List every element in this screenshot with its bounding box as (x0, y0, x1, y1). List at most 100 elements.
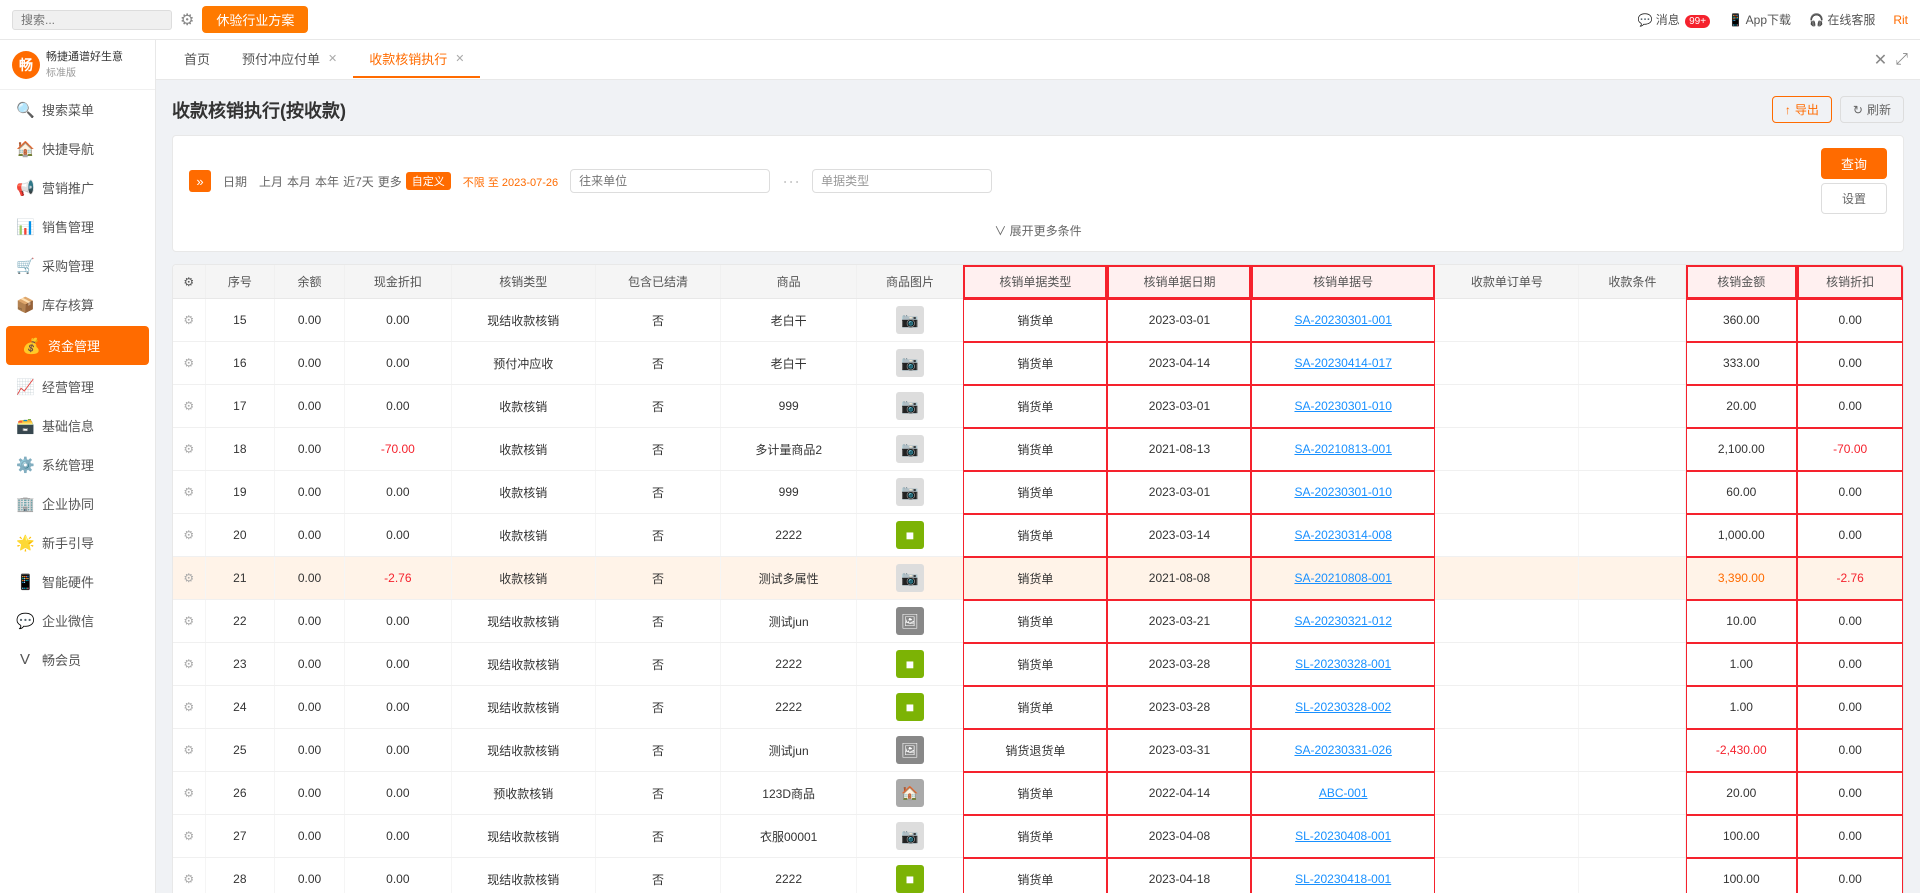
row-bill-no[interactable]: SA-20230301-010 (1251, 471, 1434, 514)
row-settings-icon[interactable]: ⚙ (173, 815, 205, 858)
doc-type-select[interactable]: 单据类型 (812, 169, 992, 193)
row-bill-no[interactable]: SL-20230408-001 (1251, 815, 1434, 858)
sidebar-item-basicinfo[interactable]: 🗃️基础信息 (0, 406, 155, 445)
row-settings-icon[interactable]: ⚙ (173, 514, 205, 557)
bill-no-link[interactable]: SA-20230314-008 (1294, 528, 1391, 542)
bill-no-link[interactable]: SA-20210813-001 (1294, 442, 1391, 456)
bill-no-link[interactable]: ABC-001 (1319, 786, 1368, 800)
row-bill-no[interactable]: SA-20230321-012 (1251, 600, 1434, 643)
tab-prepay[interactable]: 预付冲应付单✕ (226, 41, 353, 78)
row-writeoff-discount: 0.00 (1797, 514, 1903, 557)
row-bill-no[interactable]: SL-20230328-002 (1251, 686, 1434, 729)
row-bill-no[interactable]: SL-20230418-001 (1251, 858, 1434, 893)
date-option-this-month[interactable]: 本月 (287, 173, 311, 190)
row-bill-no[interactable]: SA-20210808-001 (1251, 557, 1434, 600)
row-seq: 25 (205, 729, 275, 772)
messages-badge: 99+ (1685, 15, 1710, 28)
bill-no-link[interactable]: SA-20210808-001 (1294, 571, 1391, 585)
bill-no-link[interactable]: SA-20230301-010 (1294, 399, 1391, 413)
sidebar-item-collab[interactable]: 🏢企业协同 (0, 484, 155, 523)
bill-no-link[interactable]: SA-20230331-026 (1294, 743, 1391, 757)
tab-home[interactable]: 首页 (168, 41, 226, 78)
row-settings-icon[interactable]: ⚙ (173, 600, 205, 643)
sidebar-item-wechat[interactable]: 💬企业微信 (0, 601, 155, 640)
row-seq: 17 (205, 385, 275, 428)
tab-receipt[interactable]: 收款核销执行✕ (353, 41, 480, 78)
row-settings-icon[interactable]: ⚙ (173, 557, 205, 600)
sidebar-item-inventory[interactable]: 📦库存核算 (0, 285, 155, 324)
export-button[interactable]: ↑ 导出 (1772, 96, 1832, 123)
tab-close-receipt[interactable]: ✕ (455, 52, 464, 65)
row-settings-icon[interactable]: ⚙ (173, 428, 205, 471)
sidebar-item-search[interactable]: 🔍搜索菜单 (0, 90, 155, 129)
industry-solution-button[interactable]: 休验行业方案 (202, 6, 308, 33)
bill-no-link[interactable]: SL-20230418-001 (1295, 872, 1391, 886)
bill-no-link[interactable]: SA-20230321-012 (1294, 614, 1391, 628)
row-bill-no[interactable]: SA-20230301-010 (1251, 385, 1434, 428)
query-button[interactable]: 查询 (1821, 148, 1887, 179)
row-bill-no[interactable]: ABC-001 (1251, 772, 1434, 815)
filter-toggle-button[interactable]: » (189, 170, 211, 192)
row-settings-icon[interactable]: ⚙ (173, 342, 205, 385)
sidebar-item-purchase[interactable]: 🛒采购管理 (0, 246, 155, 285)
row-cash-discount: 0.00 (344, 342, 451, 385)
row-bill-no[interactable]: SA-20230314-008 (1251, 514, 1434, 557)
expand-tab-button[interactable]: ⤢ (1895, 50, 1908, 70)
row-writeoff-discount: 0.00 (1797, 686, 1903, 729)
row-settings-icon[interactable]: ⚙ (173, 471, 205, 514)
settings-icon[interactable]: ⚙ (180, 10, 194, 30)
tab-close-prepay[interactable]: ✕ (328, 52, 337, 65)
date-option-7days[interactable]: 近7天 (343, 173, 374, 190)
row-writeoff-type: 现结收款核销 (451, 643, 595, 686)
row-bill-no[interactable]: SA-20230331-026 (1251, 729, 1434, 772)
date-option-this-year[interactable]: 本年 (315, 173, 339, 190)
sidebar-item-quicknav[interactable]: 🏠快捷导航 (0, 129, 155, 168)
sidebar-item-operations[interactable]: 📈经营管理 (0, 367, 155, 406)
filter-settings-button[interactable]: 设置 (1821, 183, 1887, 214)
row-bill-no[interactable]: SA-20230414-017 (1251, 342, 1434, 385)
sidebar-item-hardware[interactable]: 📱智能硬件 (0, 562, 155, 601)
bill-no-link[interactable]: SL-20230328-002 (1295, 700, 1391, 714)
online-service-link[interactable]: 🎧 在线客服 (1809, 11, 1875, 28)
row-settings-icon[interactable]: ⚙ (173, 299, 205, 342)
bill-no-link[interactable]: SL-20230408-001 (1295, 829, 1391, 843)
guide-icon: 🌟 (16, 534, 34, 552)
row-settings-icon[interactable]: ⚙ (173, 858, 205, 893)
sidebar-label-purchase: 采购管理 (42, 256, 94, 275)
partner-input[interactable] (570, 169, 770, 193)
date-option-prev-month[interactable]: 上月 (259, 173, 283, 190)
search-input[interactable] (12, 10, 172, 30)
row-settings-icon[interactable]: ⚙ (173, 385, 205, 428)
bill-no-link[interactable]: SA-20230301-010 (1294, 485, 1391, 499)
sidebar-item-system[interactable]: ⚙️系统管理 (0, 445, 155, 484)
sidebar-item-finance[interactable]: 💰资金管理 (6, 326, 149, 365)
bill-no-link[interactable]: SL-20230328-001 (1295, 657, 1391, 671)
row-bill-no[interactable]: SA-20230301-001 (1251, 299, 1434, 342)
row-goods: 999 (721, 385, 857, 428)
app-download-link[interactable]: 📱 App下载 (1728, 11, 1791, 28)
date-option-custom[interactable]: 自定义 (406, 172, 451, 190)
messages-link[interactable]: 💬 消息 99+ (1637, 11, 1710, 28)
row-bill-no[interactable]: SL-20230328-001 (1251, 643, 1434, 686)
row-settings-icon[interactable]: ⚙ (173, 686, 205, 729)
row-bill-no[interactable]: SA-20210813-001 (1251, 428, 1434, 471)
row-receipt-order (1435, 686, 1579, 729)
row-settings-icon[interactable]: ⚙ (173, 772, 205, 815)
sidebar-item-marketing[interactable]: 📢营销推广 (0, 168, 155, 207)
row-balance: 0.00 (275, 643, 345, 686)
sidebar-item-guide[interactable]: 🌟新手引导 (0, 523, 155, 562)
row-balance: 0.00 (275, 471, 345, 514)
bill-no-link[interactable]: SA-20230301-001 (1294, 313, 1391, 327)
row-settings-icon[interactable]: ⚙ (173, 729, 205, 772)
close-tab-button[interactable]: ✕ (1874, 50, 1887, 70)
row-bill-type: 销货单 (963, 858, 1107, 893)
user-label[interactable]: Rit (1893, 13, 1908, 27)
member-icon: V (16, 651, 34, 668)
row-settings-icon[interactable]: ⚙ (173, 643, 205, 686)
expand-conditions-link[interactable]: ∨ 展开更多条件 (189, 222, 1887, 239)
bill-no-link[interactable]: SA-20230414-017 (1294, 356, 1391, 370)
date-option-more[interactable]: 更多 (378, 173, 402, 190)
sidebar-item-sales[interactable]: 📊销售管理 (0, 207, 155, 246)
sidebar-item-member[interactable]: V畅会员 (0, 640, 155, 679)
refresh-button[interactable]: ↻ 刷新 (1840, 96, 1904, 123)
